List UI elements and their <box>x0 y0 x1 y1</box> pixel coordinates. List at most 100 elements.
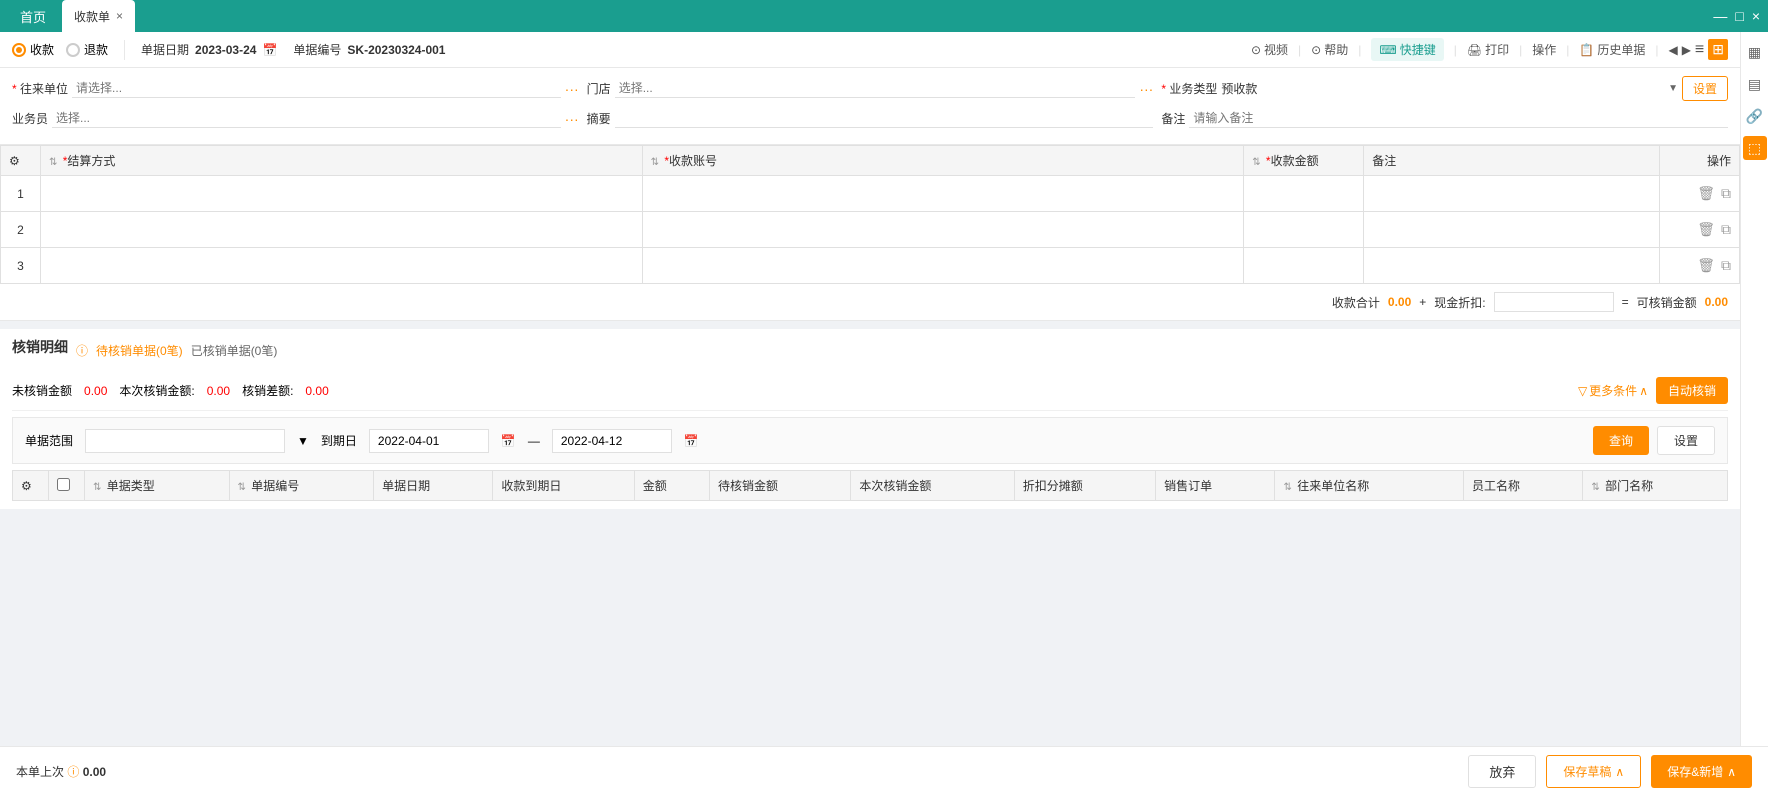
row-remark-3[interactable] <box>1364 248 1660 284</box>
next-icon[interactable]: ▶ <box>1682 43 1691 57</box>
bth-staff: 员工名称 <box>1464 471 1583 501</box>
staff-more-btn[interactable]: ··· <box>565 111 579 127</box>
th-settings[interactable]: ⚙ <box>1 146 41 176</box>
sort-type-icon[interactable]: ⇅ <box>93 482 101 493</box>
operate-btn[interactable]: 操作 <box>1532 41 1556 58</box>
radio-refund[interactable]: 退款 <box>66 41 108 58</box>
auto-cancel-btn[interactable]: 自动核销 <box>1656 377 1728 404</box>
receipt-type-group: 收款 退款 <box>12 41 108 58</box>
verify-info-icon[interactable]: ⓘ <box>76 342 88 359</box>
range-select[interactable] <box>85 429 285 453</box>
window-minimize-icon[interactable]: — <box>1713 8 1727 24</box>
help-icon: ⊙ <box>1311 43 1321 57</box>
sidebar-expand-icon[interactable]: ⬚ <box>1743 136 1767 160</box>
partner-more-btn[interactable]: ··· <box>565 81 579 97</box>
select-all-checkbox[interactable] <box>57 478 70 491</box>
tab-done[interactable]: 已核销单据(0笔) <box>191 342 278 359</box>
sort-dept-icon[interactable]: ⇅ <box>1591 482 1599 493</box>
help-btn[interactable]: ⊙ 帮助 <box>1311 41 1348 58</box>
biz-type-dropdown[interactable]: ▼ <box>1668 83 1678 94</box>
summary-input[interactable] <box>615 109 1154 128</box>
tab-close-icon[interactable]: × <box>116 9 123 23</box>
date-to-icon[interactable]: 📅 <box>684 434 699 448</box>
calendar-icon[interactable]: 📅 <box>262 43 277 57</box>
list-icon[interactable]: ≡ <box>1695 41 1704 59</box>
sort-num-icon[interactable]: ⇅ <box>238 482 246 493</box>
bth-settings[interactable]: ⚙ <box>13 471 49 501</box>
sidebar-table-icon[interactable]: ▦ <box>1743 40 1767 64</box>
print-btn[interactable]: 🖨 打印 <box>1467 41 1509 58</box>
bth-discount: 折扣分摊额 <box>1014 471 1155 501</box>
row-account-1[interactable] <box>642 176 1244 212</box>
store-more-btn[interactable]: ··· <box>1139 81 1153 97</box>
row-amount-1[interactable] <box>1244 176 1364 212</box>
remark-input[interactable] <box>1189 109 1728 128</box>
biz-type-label: 业务类型 <box>1161 80 1217 97</box>
bth-check <box>49 471 85 501</box>
filter-right: ▽ 更多条件 ∧ 自动核销 <box>1578 377 1728 404</box>
row-remark-1[interactable] <box>1364 176 1660 212</box>
filter-row: 未核销金额 0.00 本次核销金额: 0.00 核销差额: 0.00 ▽ 更多条… <box>12 371 1728 411</box>
row-copy-2-icon[interactable]: ⧉ <box>1721 221 1731 238</box>
row-amount-3[interactable] <box>1244 248 1364 284</box>
grid-icon[interactable]: ⊞ <box>1708 39 1728 60</box>
query-btn[interactable]: 查询 <box>1593 426 1649 455</box>
settings-query-btn[interactable]: 设置 <box>1657 426 1715 455</box>
discard-btn[interactable]: 放弃 <box>1468 755 1536 788</box>
more-filter-btn[interactable]: ▽ 更多条件 ∧ <box>1578 382 1648 399</box>
save-new-chevron-icon: ∧ <box>1727 765 1736 779</box>
remark-label: 备注 <box>1161 110 1185 127</box>
save-draft-btn[interactable]: 保存草稿 ∧ <box>1546 755 1641 788</box>
sidebar-link-icon[interactable]: 🔗 <box>1743 104 1767 128</box>
date-from-icon[interactable]: 📅 <box>501 434 516 448</box>
biz-type-field: 业务类型 预收款 ▼ 设置 <box>1161 76 1728 101</box>
row-delete-2-icon[interactable]: 🗑 <box>1697 221 1715 238</box>
summary-label: 摘要 <box>587 110 611 127</box>
row-settle-3[interactable] <box>41 248 643 284</box>
row-amount-2[interactable] <box>1244 212 1364 248</box>
save-new-btn[interactable]: 保存&新增 ∧ <box>1651 755 1752 788</box>
store-input[interactable] <box>615 79 1136 98</box>
row-account-3[interactable] <box>642 248 1244 284</box>
row-copy-1-icon[interactable]: ⧉ <box>1721 185 1731 202</box>
tab-bar: 首页 收款单 × — □ × <box>0 0 1768 32</box>
sort-amount-icon[interactable]: ⇅ <box>1252 157 1260 168</box>
carry-forward-info-icon[interactable]: ⓘ <box>67 765 79 779</box>
row-copy-3-icon[interactable]: ⧉ <box>1721 257 1731 274</box>
tab-receipts[interactable]: 收款单 × <box>62 0 135 32</box>
row-delete-1-icon[interactable]: 🗑 <box>1697 185 1715 202</box>
partner-input[interactable] <box>72 79 561 98</box>
history-icon: 📋 <box>1579 43 1594 57</box>
window-resize-icon[interactable]: □ <box>1735 8 1743 24</box>
settings-btn[interactable]: 设置 <box>1682 76 1728 101</box>
staff-input[interactable] <box>52 109 561 128</box>
radio-receipt[interactable]: 收款 <box>12 41 54 58</box>
radio-refund-dot <box>66 43 80 57</box>
prev-icon[interactable]: ◀ <box>1668 43 1677 57</box>
discount-input[interactable] <box>1494 292 1614 312</box>
row-settle-1[interactable] <box>41 176 643 212</box>
sort-account-icon[interactable]: ⇅ <box>651 157 659 168</box>
date-to-input[interactable] <box>552 429 672 453</box>
sort-settle-icon[interactable]: ⇅ <box>49 157 57 168</box>
view-icons: ◀ ▶ ≡ ⊞ <box>1668 39 1728 60</box>
th-account: ⇅ *收款账号 <box>642 146 1244 176</box>
tab-pending[interactable]: 待核销单据(0笔) <box>96 342 183 359</box>
filter-icon: ▽ <box>1578 384 1587 398</box>
row-account-2[interactable] <box>642 212 1244 248</box>
bth-due: 收款到期日 <box>493 471 634 501</box>
row-num-1: 1 <box>1 176 41 212</box>
date-from-input[interactable] <box>369 429 489 453</box>
history-btn[interactable]: 📋 历史单据 <box>1579 41 1645 58</box>
window-close-icon[interactable]: × <box>1752 8 1760 24</box>
video-btn[interactable]: ⊙ 视频 <box>1251 41 1288 58</box>
row-remark-2[interactable] <box>1364 212 1660 248</box>
row-num-3: 3 <box>1 248 41 284</box>
sidebar-list-icon[interactable]: ▤ <box>1743 72 1767 96</box>
shortcut-btn[interactable]: ⌨ 快捷键 <box>1371 38 1443 61</box>
summary-row: 收款合计 0.00 + 现金折扣: = 可核销金额 0.00 <box>0 284 1740 321</box>
row-settle-2[interactable] <box>41 212 643 248</box>
tab-home[interactable]: 首页 <box>8 0 58 32</box>
row-delete-3-icon[interactable]: 🗑 <box>1697 257 1715 274</box>
sort-partner-icon[interactable]: ⇅ <box>1283 482 1291 493</box>
